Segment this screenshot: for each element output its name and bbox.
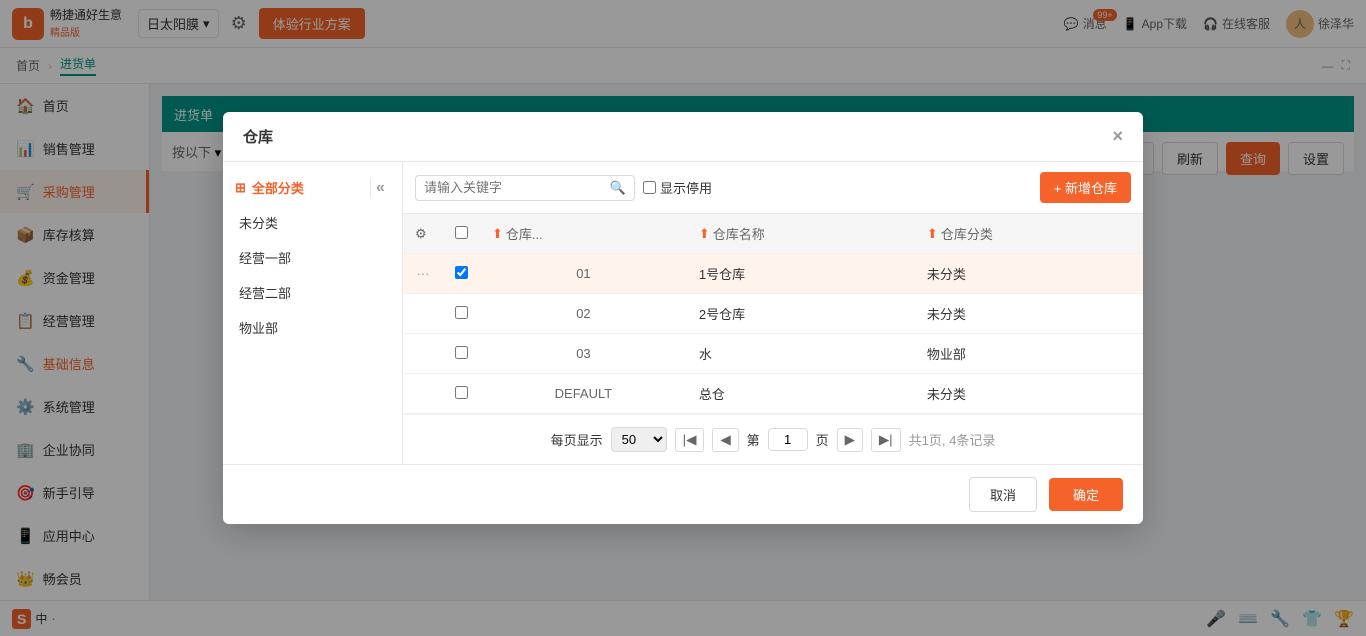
- col-checkbox: [443, 214, 480, 254]
- grid-icon: ⊞: [235, 180, 246, 196]
- modal-title: 仓库: [243, 126, 273, 147]
- show-disabled-checkbox-label[interactable]: 显示停用: [643, 178, 712, 197]
- search-input-wrap: 🔍: [415, 175, 635, 201]
- show-disabled-label: 显示停用: [660, 178, 712, 197]
- warehouse-table: ⚙ ⬆ 仓库...: [403, 214, 1143, 414]
- row-checkbox[interactable]: [455, 306, 468, 319]
- first-page-button[interactable]: |◀: [675, 428, 705, 452]
- page-label: 页: [816, 430, 829, 449]
- category-item-2[interactable]: 经营二部: [223, 275, 402, 310]
- category-label-2: 经营二部: [239, 286, 291, 301]
- show-disabled-checkbox[interactable]: [643, 181, 656, 194]
- row-num-cell: DEFAULT: [480, 374, 687, 414]
- row-gear-cell: ···: [403, 254, 443, 294]
- next-page-button[interactable]: ▶: [837, 428, 863, 452]
- modal-close-button[interactable]: ×: [1112, 126, 1123, 147]
- table-row[interactable]: ··· 01 1号仓库 未分类: [403, 254, 1143, 294]
- row-name-cell: 1号仓库: [687, 254, 915, 294]
- row-checkbox-cell: [443, 254, 480, 294]
- per-page-label: 每页显示: [551, 430, 603, 449]
- col-code: ⬆ 仓库...: [480, 214, 687, 254]
- table-row[interactable]: 03 水 物业部: [403, 334, 1143, 374]
- search-icon[interactable]: 🔍: [610, 180, 626, 196]
- page-number-input[interactable]: [768, 428, 808, 451]
- category-item-3[interactable]: 物业部: [223, 310, 402, 345]
- row-checkbox-cell: [443, 294, 480, 334]
- warehouse-modal: 仓库 × ⊞ 全部分类 « 未分类 经营一部 经营二部: [223, 112, 1143, 524]
- prev-page-button[interactable]: ◀: [712, 428, 738, 452]
- row-checkbox[interactable]: [455, 386, 468, 399]
- category-label-3: 物业部: [239, 321, 278, 336]
- row-category-cell: 物业部: [915, 334, 1143, 374]
- category-label-0: 未分类: [239, 216, 278, 231]
- row-checkbox[interactable]: [455, 346, 468, 359]
- category-item-1[interactable]: 经营一部: [223, 240, 402, 275]
- modal-header: 仓库 ×: [223, 112, 1143, 162]
- row-category-cell: 未分类: [915, 374, 1143, 414]
- modal-body: ⊞ 全部分类 « 未分类 经营一部 经营二部 物业部: [223, 162, 1143, 464]
- col-category: ⬆ 仓库分类: [915, 214, 1143, 254]
- row-num-cell: 03: [480, 334, 687, 374]
- category-label-1: 经营一部: [239, 251, 291, 266]
- right-panel: 🔍 显示停用 + 新增仓库 ⚙: [403, 162, 1143, 464]
- row-gear-cell: [403, 334, 443, 374]
- row-gear-cell: [403, 294, 443, 334]
- total-info: 共1页, 4条记录: [909, 430, 996, 449]
- row-gear-cell: [403, 374, 443, 414]
- per-page-select[interactable]: 50 20 100 200: [611, 427, 667, 452]
- search-input[interactable]: [424, 180, 604, 195]
- row-checkbox[interactable]: [455, 266, 468, 279]
- table-body: ··· 01 1号仓库 未分类 02 2号仓库 未分类: [403, 254, 1143, 414]
- col-sort-icon: ⬆: [492, 226, 503, 242]
- pagination: 每页显示 50 20 100 200 |◀ ◀ 第 页 ▶ ▶| 共1页, 4条…: [403, 414, 1143, 464]
- row-name-cell: 水: [687, 334, 915, 374]
- row-num-cell: 02: [480, 294, 687, 334]
- table-row[interactable]: 02 2号仓库 未分类: [403, 294, 1143, 334]
- select-all-checkbox[interactable]: [455, 226, 468, 239]
- gear-icon: ⚙: [415, 226, 427, 241]
- right-toolbar: 🔍 显示停用 + 新增仓库: [403, 162, 1143, 214]
- collapse-button[interactable]: «: [370, 179, 390, 197]
- category-item-0[interactable]: 未分类: [223, 205, 402, 240]
- table-wrap: ⚙ ⬆ 仓库...: [403, 214, 1143, 414]
- row-checkbox-cell: [443, 374, 480, 414]
- col-name-sort-icon: ⬆: [699, 226, 710, 242]
- cancel-button[interactable]: 取消: [969, 477, 1037, 512]
- last-page-button[interactable]: ▶|: [871, 428, 901, 452]
- row-name-cell: 2号仓库: [687, 294, 915, 334]
- col-name: ⬆ 仓库名称: [687, 214, 915, 254]
- table-header-row: ⚙ ⬆ 仓库...: [403, 214, 1143, 254]
- row-num-cell: 01: [480, 254, 687, 294]
- page-text: 第: [747, 430, 760, 449]
- row-category-cell: 未分类: [915, 294, 1143, 334]
- confirm-button[interactable]: 确定: [1049, 478, 1123, 511]
- row-category-cell: 未分类: [915, 254, 1143, 294]
- col-cat-sort-icon: ⬆: [927, 226, 938, 242]
- add-warehouse-button[interactable]: + 新增仓库: [1040, 172, 1131, 203]
- modal-overlay: 仓库 × ⊞ 全部分类 « 未分类 经营一部 经营二部: [0, 0, 1366, 636]
- modal-footer: 取消 确定: [223, 464, 1143, 524]
- row-more-icon[interactable]: ···: [417, 266, 430, 281]
- all-category-label: 全部分类: [252, 178, 370, 197]
- row-checkbox-cell: [443, 334, 480, 374]
- col-gear: ⚙: [403, 214, 443, 254]
- all-category-header[interactable]: ⊞ 全部分类 «: [223, 170, 402, 205]
- row-name-cell: 总仓: [687, 374, 915, 414]
- category-panel: ⊞ 全部分类 « 未分类 经营一部 经营二部 物业部: [223, 162, 403, 464]
- table-row[interactable]: DEFAULT 总仓 未分类: [403, 374, 1143, 414]
